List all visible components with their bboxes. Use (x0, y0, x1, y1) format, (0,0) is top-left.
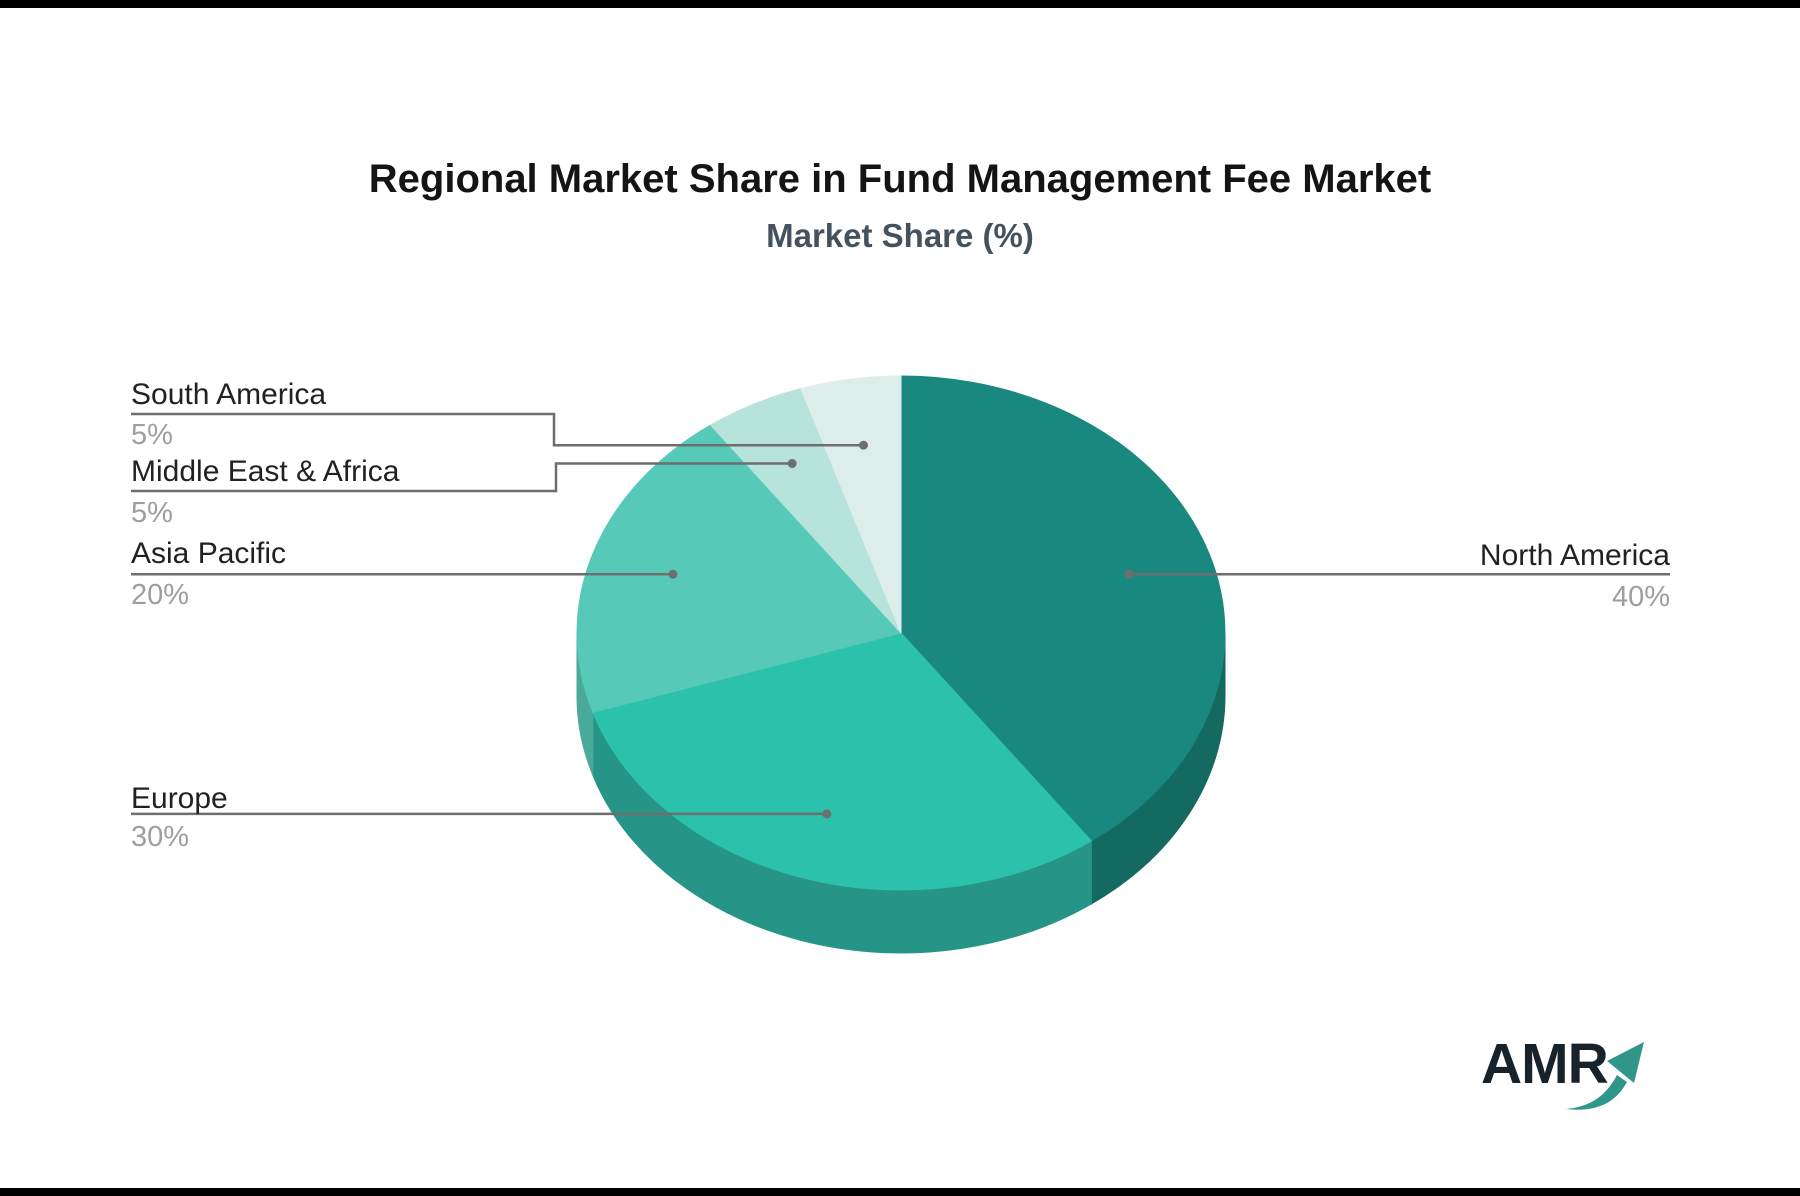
label-south-america: South America (131, 378, 327, 411)
label-asia-pacific: Asia Pacific (131, 537, 287, 570)
trend-up-arrow-icon (1566, 1042, 1644, 1110)
label-europe: Europe (131, 782, 228, 815)
leader-dot (668, 569, 678, 579)
chart-canvas: Regional Market Share in Fund Management… (0, 0, 1800, 1196)
bottom-edge-bar (0, 1188, 1800, 1196)
label-middle-east-africa: Middle East & Africa (131, 455, 400, 488)
leader-dot (859, 440, 868, 450)
amr-logo: AMR (1481, 1036, 1661, 1116)
leader-dot (822, 809, 832, 819)
leader-dot (1124, 569, 1134, 579)
value-south-america: 5% (131, 419, 173, 451)
pie-chart (131, 375, 1670, 954)
value-europe: 30% (131, 821, 190, 853)
label-north-america: North America (1479, 539, 1670, 572)
value-north-america: 40% (1611, 581, 1670, 613)
leader-dot (787, 459, 797, 468)
value-asia-pacific: 20% (131, 579, 190, 611)
value-middle-east-africa: 5% (131, 497, 173, 529)
